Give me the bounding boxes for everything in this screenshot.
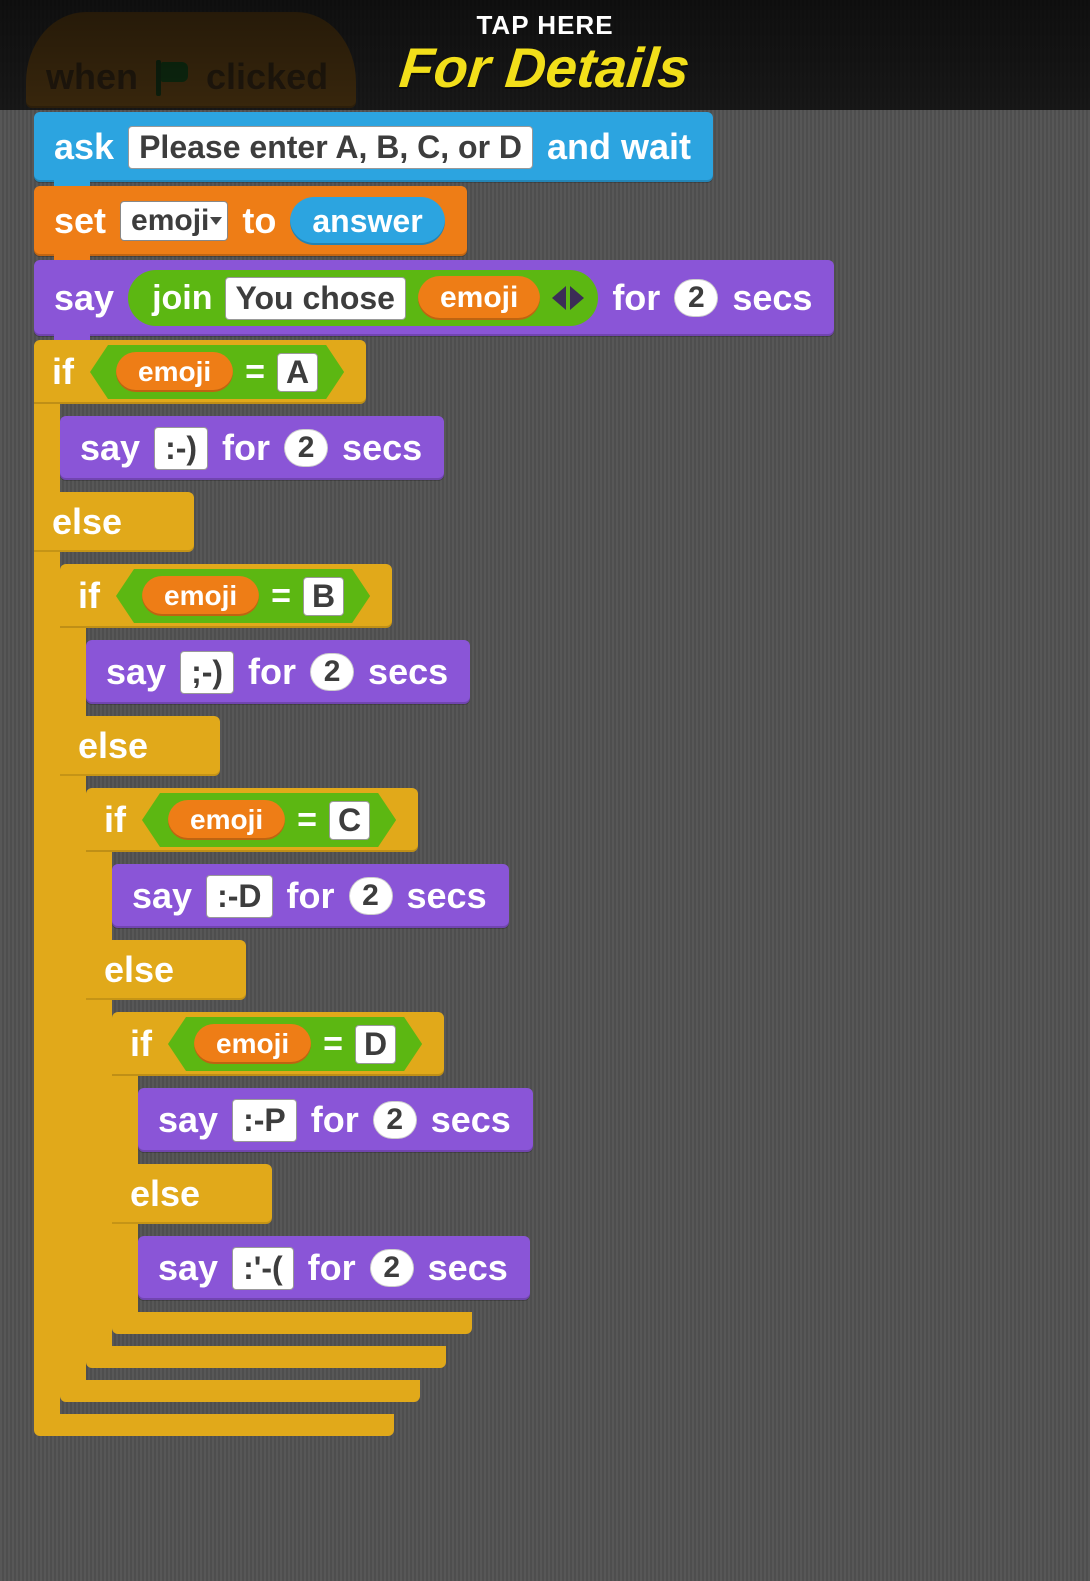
promo-overlay[interactable]: TAP HERE For Details: [0, 0, 1090, 110]
equals-label: =: [245, 353, 265, 392]
set-label: set: [54, 200, 106, 242]
secs-label: secs: [732, 277, 812, 319]
join-arrows-icon[interactable]: [552, 286, 584, 310]
c-arm: [86, 1000, 112, 1346]
compare-input-0[interactable]: A: [277, 353, 318, 392]
for-label: for: [287, 875, 335, 917]
if-label: if: [78, 575, 100, 617]
if-header-3[interactable]: if emoji = D: [112, 1012, 444, 1076]
secs-input-1[interactable]: 2: [310, 653, 354, 691]
if-header-1[interactable]: if emoji = B: [60, 564, 392, 628]
overlay-bottom-text: For Details: [397, 35, 693, 100]
equals-operator-3[interactable]: emoji = D: [168, 1017, 422, 1071]
say-label: say: [158, 1247, 218, 1289]
say-label: say: [106, 651, 166, 693]
secs-input-else[interactable]: 2: [370, 1249, 414, 1287]
secs-label: secs: [428, 1247, 508, 1289]
secs-input-2[interactable]: 2: [349, 877, 393, 915]
c-bottom-0: [34, 1414, 394, 1436]
say-for-secs-block[interactable]: say join You chose emoji for 2 secs: [34, 260, 834, 336]
if-label: if: [52, 351, 74, 393]
for-label: for: [311, 1099, 359, 1141]
say-block-0[interactable]: say :-) for 2 secs: [60, 416, 444, 480]
for-label: for: [612, 277, 660, 319]
equals-operator-2[interactable]: emoji = C: [142, 793, 396, 847]
if-header-2[interactable]: if emoji = C: [86, 788, 418, 852]
join-text-input[interactable]: You chose: [225, 277, 406, 320]
emoji-var-reporter[interactable]: emoji: [194, 1024, 311, 1064]
and-wait-label: and wait: [547, 126, 691, 168]
say-text-1[interactable]: ;-): [180, 651, 234, 694]
for-label: for: [222, 427, 270, 469]
join-label: join: [152, 279, 212, 318]
say-block-3[interactable]: say :-P for 2 secs: [138, 1088, 533, 1152]
say-block-2[interactable]: say :-D for 2 secs: [112, 864, 509, 928]
else-label-3: else: [112, 1164, 272, 1224]
say-label: say: [158, 1099, 218, 1141]
secs-input-0[interactable]: 2: [284, 429, 328, 467]
else-label-0: else: [34, 492, 194, 552]
c-bottom-1: [60, 1380, 420, 1402]
else-label-1: else: [60, 716, 220, 776]
for-label: for: [248, 651, 296, 693]
variable-dropdown[interactable]: emoji: [120, 201, 228, 241]
c-arm: [86, 852, 112, 940]
if-else-block-0[interactable]: if emoji = A say :-) for 2 secs: [34, 340, 533, 1436]
if-else-block-3[interactable]: if emoji = D: [112, 1012, 533, 1334]
c-arm: [60, 776, 86, 1380]
if-label: if: [104, 799, 126, 841]
equals-operator-0[interactable]: emoji = A: [90, 345, 344, 399]
ask-prompt-input[interactable]: Please enter A, B, C, or D: [128, 126, 533, 169]
say-block-else[interactable]: say :'-( for 2 secs: [138, 1236, 530, 1300]
ask-label: ask: [54, 126, 114, 168]
c-bottom-2: [86, 1346, 446, 1368]
say-label: say: [132, 875, 192, 917]
emoji-var-reporter[interactable]: emoji: [418, 276, 540, 320]
equals-label: =: [297, 801, 317, 840]
if-label: if: [130, 1023, 152, 1065]
c-arm: [34, 404, 60, 492]
say-text-0[interactable]: :-): [154, 427, 208, 470]
emoji-var-reporter[interactable]: emoji: [168, 800, 285, 840]
c-bottom-3: [112, 1312, 472, 1334]
c-arm: [34, 552, 60, 1414]
secs-label: secs: [342, 427, 422, 469]
say-text-3[interactable]: :-P: [232, 1099, 297, 1142]
say-block-1[interactable]: say ;-) for 2 secs: [86, 640, 470, 704]
secs-label: secs: [368, 651, 448, 693]
equals-label: =: [271, 577, 291, 616]
answer-reporter[interactable]: answer: [290, 197, 444, 245]
join-reporter[interactable]: join You chose emoji: [128, 270, 598, 326]
set-variable-block[interactable]: set emoji to answer: [34, 186, 467, 256]
secs-input-3[interactable]: 2: [373, 1101, 417, 1139]
secs-label: secs: [407, 875, 487, 917]
say-text-else[interactable]: :'-(: [232, 1247, 294, 1290]
to-label: to: [242, 200, 276, 242]
c-arm: [60, 628, 86, 716]
for-label: for: [308, 1247, 356, 1289]
emoji-var-reporter[interactable]: emoji: [142, 576, 259, 616]
compare-input-2[interactable]: C: [329, 801, 370, 840]
compare-input-1[interactable]: B: [303, 577, 344, 616]
if-else-block-1[interactable]: if emoji = B say: [60, 564, 533, 1402]
say-label: say: [80, 427, 140, 469]
secs-input[interactable]: 2: [674, 279, 718, 317]
c-arm: [112, 1076, 138, 1164]
c-arm: [112, 1224, 138, 1312]
compare-input-3[interactable]: D: [355, 1025, 396, 1064]
equals-operator-1[interactable]: emoji = B: [116, 569, 370, 623]
secs-label: secs: [431, 1099, 511, 1141]
equals-label: =: [323, 1025, 343, 1064]
else-label-2: else: [86, 940, 246, 1000]
say-text-2[interactable]: :-D: [206, 875, 272, 918]
ask-and-wait-block[interactable]: ask Please enter A, B, C, or D and wait: [34, 112, 713, 182]
if-header-0[interactable]: if emoji = A: [34, 340, 366, 404]
emoji-var-reporter[interactable]: emoji: [116, 352, 233, 392]
if-else-block-2[interactable]: if emoji = C: [86, 788, 533, 1368]
say-label: say: [54, 277, 114, 319]
